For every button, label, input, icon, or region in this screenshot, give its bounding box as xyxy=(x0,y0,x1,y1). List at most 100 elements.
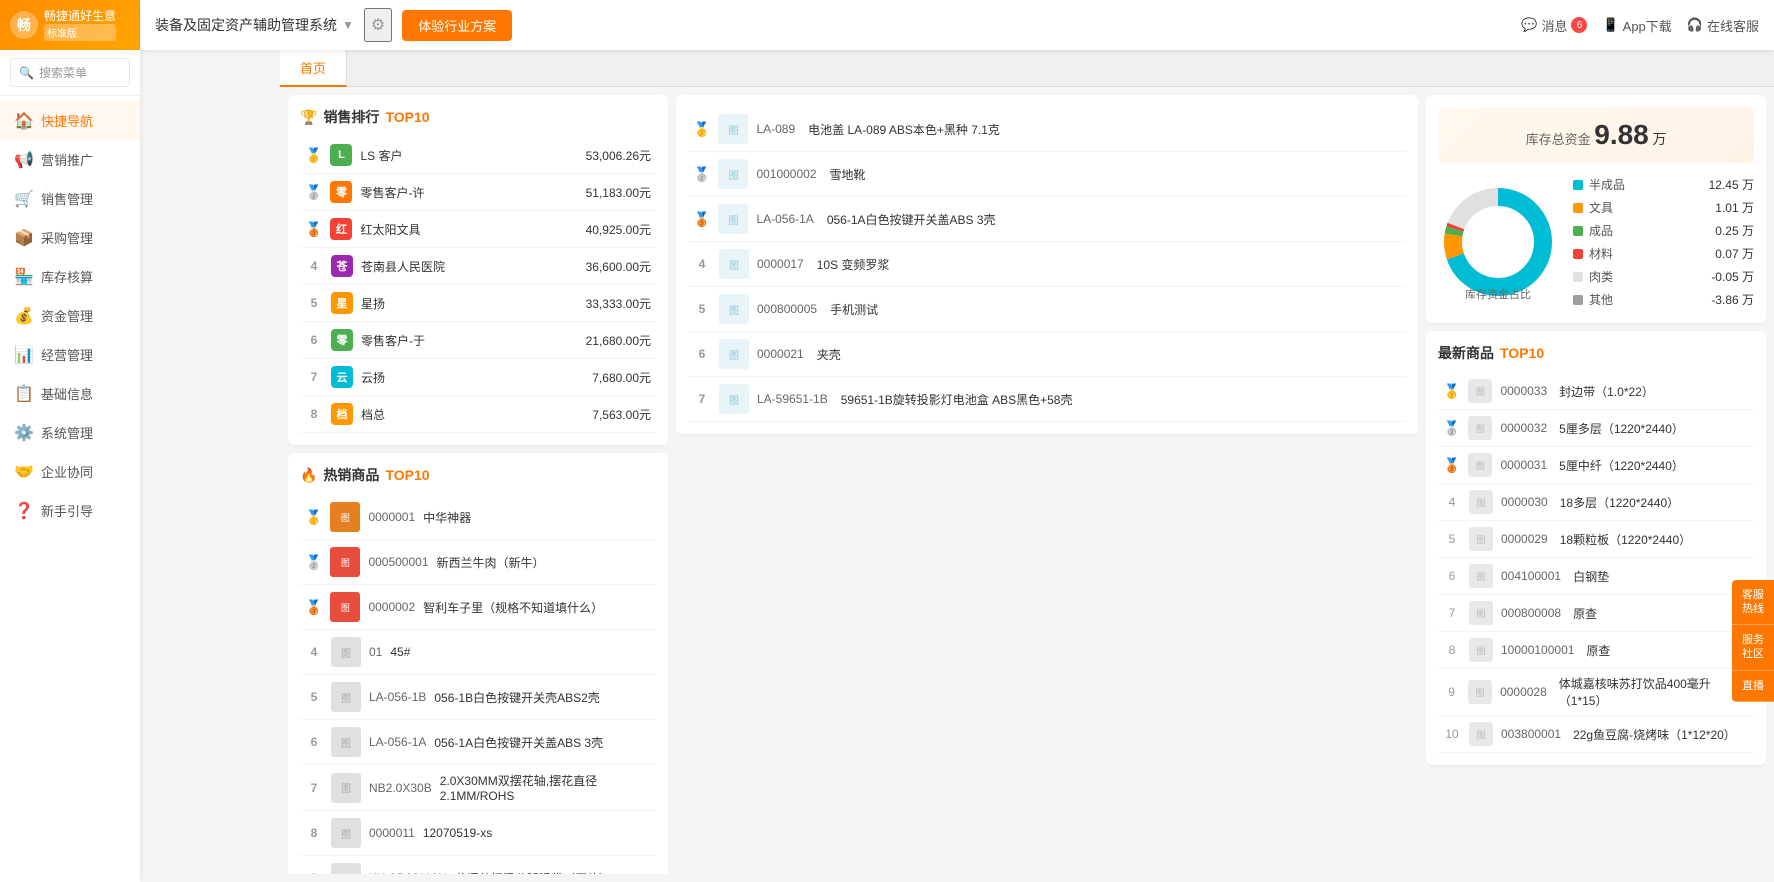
prod-code: 0000033 xyxy=(1500,384,1547,398)
settings-icon[interactable]: ⚙ xyxy=(364,8,392,42)
system-title-text: 装备及固定资产辅助管理系统 xyxy=(155,15,337,35)
legend-value: 12.45 万 xyxy=(1709,176,1754,193)
sidebar-item-label: 系统管理 xyxy=(41,423,93,442)
new-prod-item: 8 图 10000100001 原查 xyxy=(1438,632,1754,669)
hot-products-list: 🥇 图 0000001 中华神器 🥈 图 000500001 新西兰牛肉（新牛）… xyxy=(300,495,656,874)
sidebar-item-sales[interactable]: 🛒销售管理 xyxy=(0,179,140,218)
main-content: 首页 🏆 销售排行 TOP10 🥇 L LS 客户 53,006.26元 🥈 零… xyxy=(280,50,1774,882)
prod-name: 59651-1B旋转投影灯电池盒 ABS黑色+58壳 xyxy=(841,391,1073,408)
legend-item: 半成品 12.45 万 xyxy=(1573,173,1754,196)
sidebar-item-basic[interactable]: 📋基础信息 xyxy=(0,374,140,413)
product-thumb: 图 xyxy=(1469,722,1493,746)
legend-name: 其他 xyxy=(1589,291,1705,308)
prod-name: 花语萌恒温分腿睡袋（厚款） xyxy=(455,870,651,875)
product-thumb: 图 xyxy=(330,502,360,532)
sidebar-item-marketing[interactable]: 📢营销推广 xyxy=(0,140,140,179)
prod-name: 056-1A白色按键开关盖ABS 3壳 xyxy=(434,734,651,751)
sidebar-item-operation[interactable]: 📊 经营管理 xyxy=(0,335,140,374)
float-button[interactable]: 直播 xyxy=(1732,671,1774,702)
sidebar-item-coop[interactable]: 🤝企业协同 xyxy=(0,452,140,491)
selling-prod-item: 6 图 0000021 夹壳 xyxy=(688,332,1406,377)
rank-item: 5 星 星扬 33,333.00元 xyxy=(300,285,656,322)
product-thumb: 图 xyxy=(331,818,361,848)
sidebar-item-guide[interactable]: ❓新手引导 xyxy=(0,491,140,530)
rank-item: 7 云 云扬 7,680.00元 xyxy=(300,359,656,396)
rank-number: 5 xyxy=(1443,532,1461,546)
rank-medal: 🥇 xyxy=(305,509,322,526)
float-button[interactable]: 服务 社区 xyxy=(1732,625,1774,671)
message-item[interactable]: 💬 消息 6 xyxy=(1521,16,1587,35)
rank-medal: 🥈 xyxy=(305,554,322,571)
rank-number: 6 xyxy=(305,735,323,749)
hot-prod-item: 8 图 0000011 12070519-xs xyxy=(300,811,656,856)
legend-name: 半成品 xyxy=(1589,176,1703,193)
selling-prod-item: 4 图 0000017 10S 变频罗浆 xyxy=(688,242,1406,287)
prod-code: 0000029 xyxy=(1501,532,1548,546)
customer-name: 苍南县人民医院 xyxy=(361,258,578,275)
sidebar-item-quicknav[interactable]: 🏠快捷导航 xyxy=(0,101,140,140)
donut-label: 库存资金占比 xyxy=(1438,286,1558,302)
sidebar-item-label: 经营管理 xyxy=(41,345,93,364)
prod-code: 0000030 xyxy=(1501,495,1548,509)
rank-number: 6 xyxy=(1443,569,1461,583)
rank-item: 🥈 零 零售客户-许 51,183.00元 xyxy=(300,174,656,211)
sidebar-item-purchase[interactable]: 📦采购管理 xyxy=(0,218,140,257)
sidebar-item-finance[interactable]: 💰资金管理 xyxy=(0,296,140,335)
product-thumb: 图 xyxy=(1469,601,1493,625)
rank-medal: 🥉 xyxy=(305,599,322,616)
trial-btn[interactable]: 体验行业方案 xyxy=(402,10,512,41)
hot-prod-item: 7 图 NB2.0X30B 2.0X30MM双摆花轴,摆花直径2.1MM/ROH… xyxy=(300,765,656,811)
tab-home[interactable]: 首页 xyxy=(280,50,347,87)
customer-avatar: 零 xyxy=(330,181,352,203)
rank-medal: 🥉 xyxy=(305,221,322,238)
prod-code: KK-SD22110H xyxy=(369,871,447,874)
sidebar-item-inventory[interactable]: 🏪库存核算 xyxy=(0,257,140,296)
app-download-item[interactable]: 📱 App下载 xyxy=(1602,16,1671,35)
customer-amount: 7,563.00元 xyxy=(592,406,651,423)
product-thumb: 图 xyxy=(331,727,361,757)
product-thumb: 图 xyxy=(331,637,361,667)
product-thumb: 图 xyxy=(1468,416,1492,440)
customer-name: 零售客户-许 xyxy=(360,184,577,201)
customer-avatar: 红 xyxy=(330,218,352,240)
customer-amount: 7,680.00元 xyxy=(592,369,651,386)
prod-code: 01 xyxy=(369,645,382,659)
inventory-unit: 万 xyxy=(1652,131,1666,147)
app-download-label: App下载 xyxy=(1623,16,1672,35)
trophy-icon: 🏆 xyxy=(300,109,317,126)
sidebar-item-label: 新手引导 xyxy=(41,501,93,520)
rank-medal: 🥉 xyxy=(693,211,710,228)
legend-value: -3.86 万 xyxy=(1711,291,1754,308)
product-thumb: 图 xyxy=(719,249,749,279)
inventory-value: 9.88 xyxy=(1594,119,1649,150)
selling-products-list: 🥇 图 LA-089 电池盖 LA-089 ABS本色+黑种 7.1克 🥈 图 … xyxy=(688,107,1406,422)
new-prod-item: 7 图 000800008 原查 xyxy=(1438,595,1754,632)
sidebar-item-system[interactable]: ⚙️系统管理 xyxy=(0,413,140,452)
prod-code: LA-089 xyxy=(756,122,795,136)
rank-number: 4 xyxy=(305,259,323,273)
search-menu-button[interactable]: 🔍 搜索菜单 xyxy=(10,58,130,87)
selling-products-card: 🥇 图 LA-089 电池盖 LA-089 ABS本色+黑种 7.1克 🥈 图 … xyxy=(676,95,1418,434)
online-service-item[interactable]: 🎧 在线客服 xyxy=(1687,16,1759,35)
prod-name: 22g鱼豆腐-烧烤味（1*12*20） xyxy=(1573,726,1736,743)
product-thumb: 图 xyxy=(330,547,360,577)
float-button[interactable]: 客服 热线 xyxy=(1732,580,1774,626)
customer-name: 星扬 xyxy=(361,295,578,312)
legend-dot xyxy=(1573,295,1583,305)
rank-item: 6 零 零售客户-于 21,680.00元 xyxy=(300,322,656,359)
prod-code: LA-056-1B xyxy=(369,690,426,704)
purchase-icon: 📦 xyxy=(15,229,33,247)
prod-name: 原查 xyxy=(1586,642,1610,659)
hot-prod-item: 🥇 图 0000001 中华神器 xyxy=(300,495,656,540)
operation-icon: 📊 xyxy=(15,346,33,364)
product-thumb: 图 xyxy=(1469,638,1493,662)
rank-number: 7 xyxy=(693,392,711,406)
hot-prod-item: 4 图 01 45# xyxy=(300,630,656,675)
chart-area: 库存资金占比 半成品 12.45 万 文具 1.01 万 成品 0.25 万 材… xyxy=(1438,173,1754,311)
product-thumb: 图 xyxy=(1469,490,1493,514)
prod-code: 0000021 xyxy=(757,347,804,361)
prod-name: 5厘多层（1220*2440） xyxy=(1559,420,1684,437)
prod-name: 中华神器 xyxy=(423,509,651,526)
rank-medal: 🥇 xyxy=(305,147,322,164)
legend-item: 肉类 -0.05 万 xyxy=(1573,265,1754,288)
